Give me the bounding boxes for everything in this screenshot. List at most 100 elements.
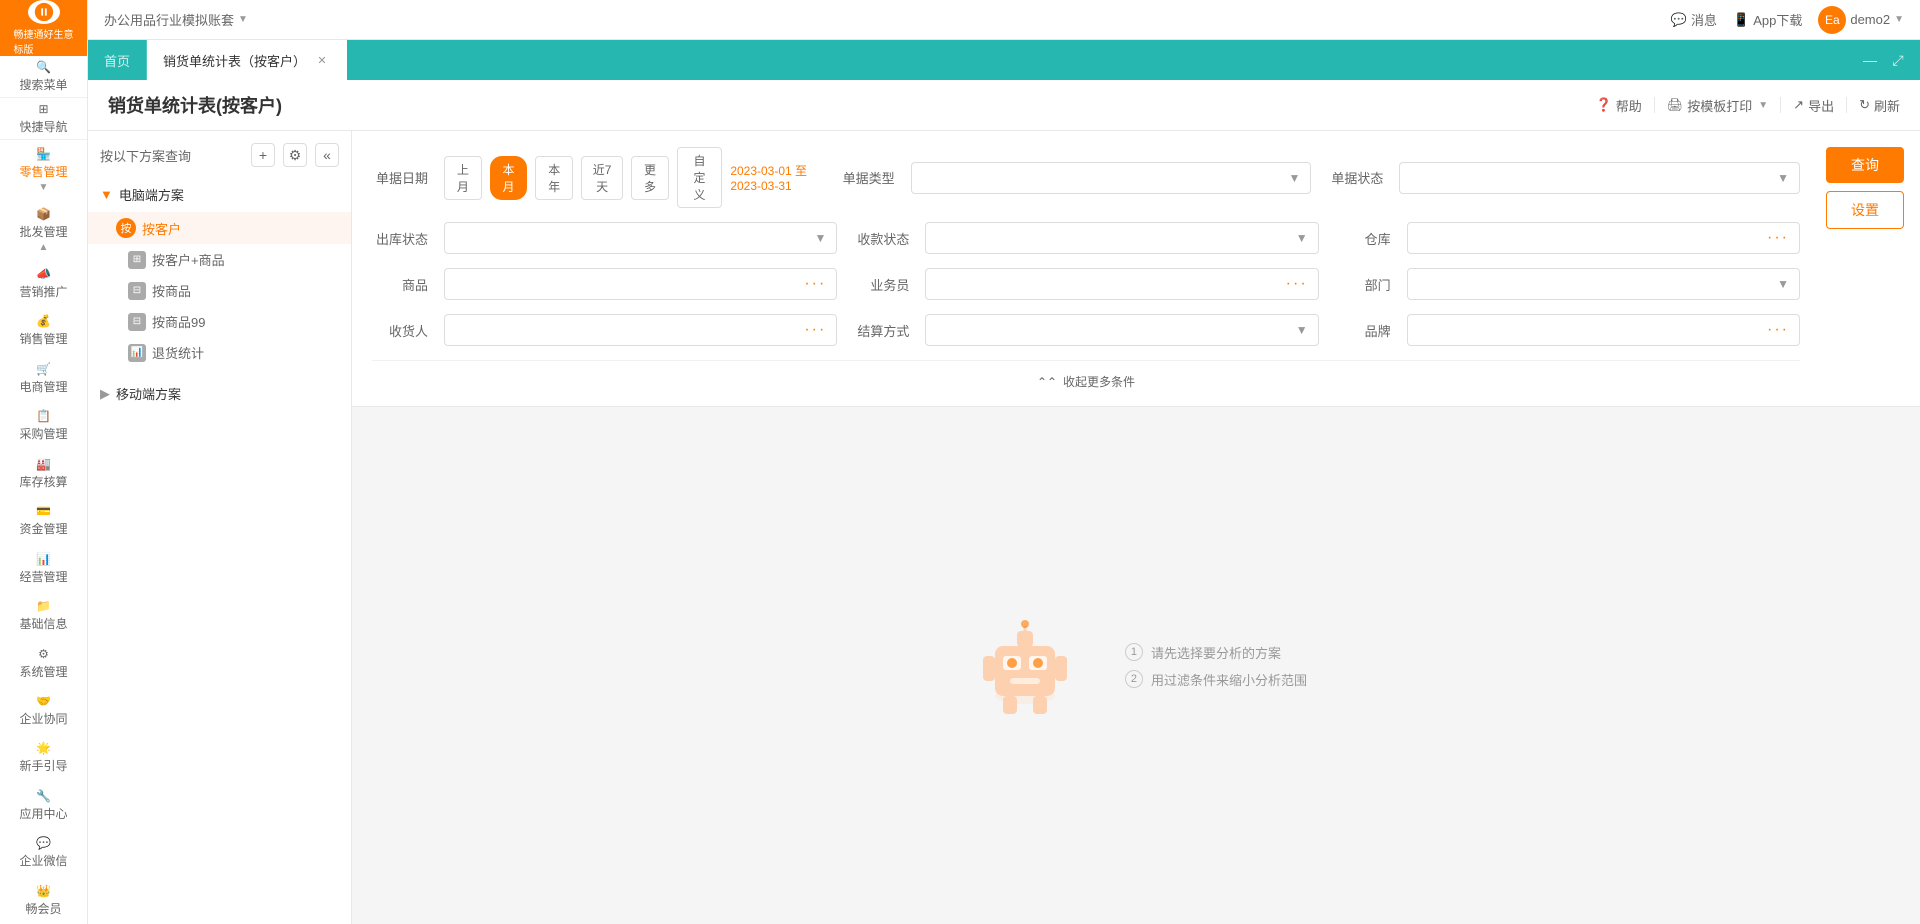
sidebar-search[interactable]: 🔍 搜索菜单 (0, 56, 88, 98)
goods-label: 商品 (372, 275, 428, 294)
out-status-arrow: ▼ (814, 231, 826, 245)
wechat-icon: 💬 (36, 836, 51, 850)
message-btn[interactable]: 💬 消息 (1671, 10, 1717, 29)
sidebar-item-marketing[interactable]: 📣 营销推广 (0, 260, 88, 307)
header-left: 办公用品行业模拟账套 ▼ (104, 10, 248, 29)
dept-label: 部门 (1335, 275, 1391, 294)
custom-btn[interactable]: 自定义 (677, 147, 723, 208)
page-title: 销货单统计表(按客户) (108, 92, 282, 118)
appcenter-icon: 🔧 (36, 789, 51, 803)
sidebar-item-ecommerce[interactable]: 🛒 电商管理 (0, 355, 88, 402)
sidebar-item-newbie[interactable]: 🌟 新手引导 (0, 734, 88, 781)
scheme-by-customer-goods[interactable]: ⊞ 按客户+商品 (88, 244, 351, 275)
filter-area: 单据日期 上月 本月 本年 近7天 更多 自定义 2023-03-01 至 20… (352, 131, 1920, 407)
download-icon: 📱 (1733, 12, 1749, 28)
sidebar-item-enterprise[interactable]: 🤝 企业协同 (0, 687, 88, 734)
sidebar-item-business[interactable]: 📊 经营管理 (0, 544, 88, 591)
sidebar-item-wholesale[interactable]: 📦 批发管理 ▲ (0, 200, 88, 260)
print-arrow-icon: ▼ (1758, 100, 1768, 111)
this-year-btn[interactable]: 本年 (535, 156, 573, 200)
sidebar-item-system[interactable]: ⚙ 系统管理 (0, 639, 88, 686)
dropdown-arrow-icon: ▼ (238, 14, 248, 25)
empty-tips: 1 请先选择要分析的方案 2 用过滤条件来缩小分析范围 (1125, 643, 1307, 689)
main-area: 办公用品行业模拟账套 ▼ 💬 消息 📱 App下载 Ea demo2 ▼ 首页 (88, 0, 1920, 924)
scheme-settings-btn[interactable]: ⚙ (283, 143, 307, 167)
message-icon: 💬 (1671, 12, 1687, 28)
tip-num-2: 2 (1125, 670, 1143, 688)
receiver-select[interactable]: ··· (444, 314, 837, 346)
out-status-select[interactable]: ▼ (444, 222, 837, 254)
sidebar-item-wechat[interactable]: 💬 企业微信 (0, 829, 88, 876)
sidebar-item-purchase[interactable]: 📋 采购管理 (0, 402, 88, 449)
settlement-select[interactable]: ▼ (925, 314, 1318, 346)
sidebar-item-inventory[interactable]: 🏭 库存核算 (0, 449, 88, 496)
top-header: 办公用品行业模拟账套 ▼ 💬 消息 📱 App下载 Ea demo2 ▼ (88, 0, 1920, 40)
receipt-status-label: 收款状态 (853, 229, 909, 248)
sidebar-item-retail[interactable]: 🏪 零售管理 ▼ (0, 140, 88, 200)
scheme-by-goods[interactable]: ⊟ 按商品 (88, 275, 351, 306)
collapse-panel-btn[interactable]: « (315, 143, 339, 167)
sidebar-item-basic[interactable]: 📁 基础信息 (0, 592, 88, 639)
window-minimize-btn[interactable]: — (1860, 50, 1880, 70)
refresh-btn[interactable]: ↻ 刷新 (1859, 96, 1900, 115)
tab-close-btn[interactable]: ✕ (314, 52, 330, 68)
brand-select[interactable]: ··· (1407, 314, 1800, 346)
company-selector[interactable]: 办公用品行业模拟账套 ▼ (104, 10, 248, 29)
quicknav-icon: ⊞ (38, 102, 48, 116)
last7-btn[interactable]: 近7天 (581, 156, 623, 200)
app-download-btn[interactable]: 📱 App下载 (1733, 10, 1802, 29)
left-panel-header: 按以下方案查询 + ⚙ « (88, 143, 351, 175)
salesperson-label: 业务员 (853, 275, 909, 294)
more-btn[interactable]: 更多 (631, 156, 669, 200)
app-logo[interactable]: 畅捷通好生意 标版 (0, 0, 88, 56)
sales-icon: 💰 (36, 314, 51, 328)
brand-label: 品牌 (1335, 321, 1391, 340)
user-arrow-icon: ▼ (1894, 14, 1904, 25)
query-btn[interactable]: 查询 (1826, 147, 1904, 183)
mobile-arrow: ▶ (100, 386, 110, 402)
dept-select[interactable]: ▼ (1407, 268, 1800, 300)
mobile-section-header[interactable]: ▶ 移动端方案 (88, 378, 351, 409)
sidebar-item-sales[interactable]: 💰 销售管理 (0, 307, 88, 354)
tip-num-1: 1 (1125, 643, 1143, 661)
goods-select[interactable]: ··· (444, 268, 837, 300)
sidebar-item-appcenter[interactable]: 🔧 应用中心 (0, 782, 88, 829)
receipt-status-select[interactable]: ▼ (925, 222, 1318, 254)
window-controls: — ⤢ (1860, 50, 1920, 70)
help-icon: ❓ (1596, 97, 1612, 113)
help-btn[interactable]: ❓ 帮助 (1596, 96, 1642, 115)
scheme-by-goods-99[interactable]: ⊟ 按商品99 (88, 306, 351, 337)
sidebar-quicknav[interactable]: ⊞ 快捷导航 (0, 98, 88, 140)
this-month-btn[interactable]: 本月 (490, 156, 528, 200)
user-profile[interactable]: Ea demo2 ▼ (1818, 6, 1904, 34)
receiver-label: 收货人 (372, 321, 428, 340)
doc-type-select[interactable]: ▼ (911, 162, 1312, 194)
last-month-btn[interactable]: 上月 (444, 156, 482, 200)
tab-sales-stat[interactable]: 销货单统计表（按客户） ✕ (147, 40, 347, 80)
action-buttons: 查询 设置 (1826, 147, 1904, 229)
salesperson-select[interactable]: ··· (925, 268, 1318, 300)
scheme-by-customer[interactable]: 按 按客户 (88, 212, 351, 244)
mobile-section: ▶ 移动端方案 (88, 374, 351, 413)
add-scheme-btn[interactable]: + (251, 143, 275, 167)
logo-icon (28, 0, 60, 24)
sidebar-item-member[interactable]: 👑 畅会员 (0, 877, 88, 924)
empty-illustration (965, 606, 1085, 726)
page-actions: ❓ 帮助 🖨 按模板打印 ▼ ↗ 导出 ↻ 刷新 (1596, 96, 1900, 115)
page-content: 销货单统计表(按客户) ❓ 帮助 🖨 按模板打印 ▼ ↗ 导出 (88, 80, 1920, 924)
window-maximize-btn[interactable]: ⤢ (1888, 50, 1908, 70)
doc-type-arrow: ▼ (1288, 171, 1300, 185)
export-btn[interactable]: ↗ 导出 (1793, 96, 1834, 115)
collapse-row: ⌃⌃ 收起更多条件 (372, 360, 1800, 402)
warehouse-select[interactable]: ··· (1407, 222, 1800, 254)
scheme-refund-stat[interactable]: 📊 退货统计 (88, 337, 351, 368)
desktop-section-header[interactable]: ▼ 电脑端方案 (88, 179, 351, 210)
settings-btn[interactable]: 设置 (1826, 191, 1904, 229)
print-template-btn[interactable]: 🖨 按模板打印 ▼ (1667, 96, 1768, 115)
collapse-btn[interactable]: ⌃⌃ 收起更多条件 (1021, 369, 1151, 394)
tab-home[interactable]: 首页 (88, 40, 147, 80)
doc-status-label: 单据状态 (1327, 168, 1383, 187)
doc-status-select[interactable]: ▼ (1399, 162, 1800, 194)
search-icon: 🔍 (36, 60, 51, 74)
sidebar-item-finance[interactable]: 💳 资金管理 (0, 497, 88, 544)
